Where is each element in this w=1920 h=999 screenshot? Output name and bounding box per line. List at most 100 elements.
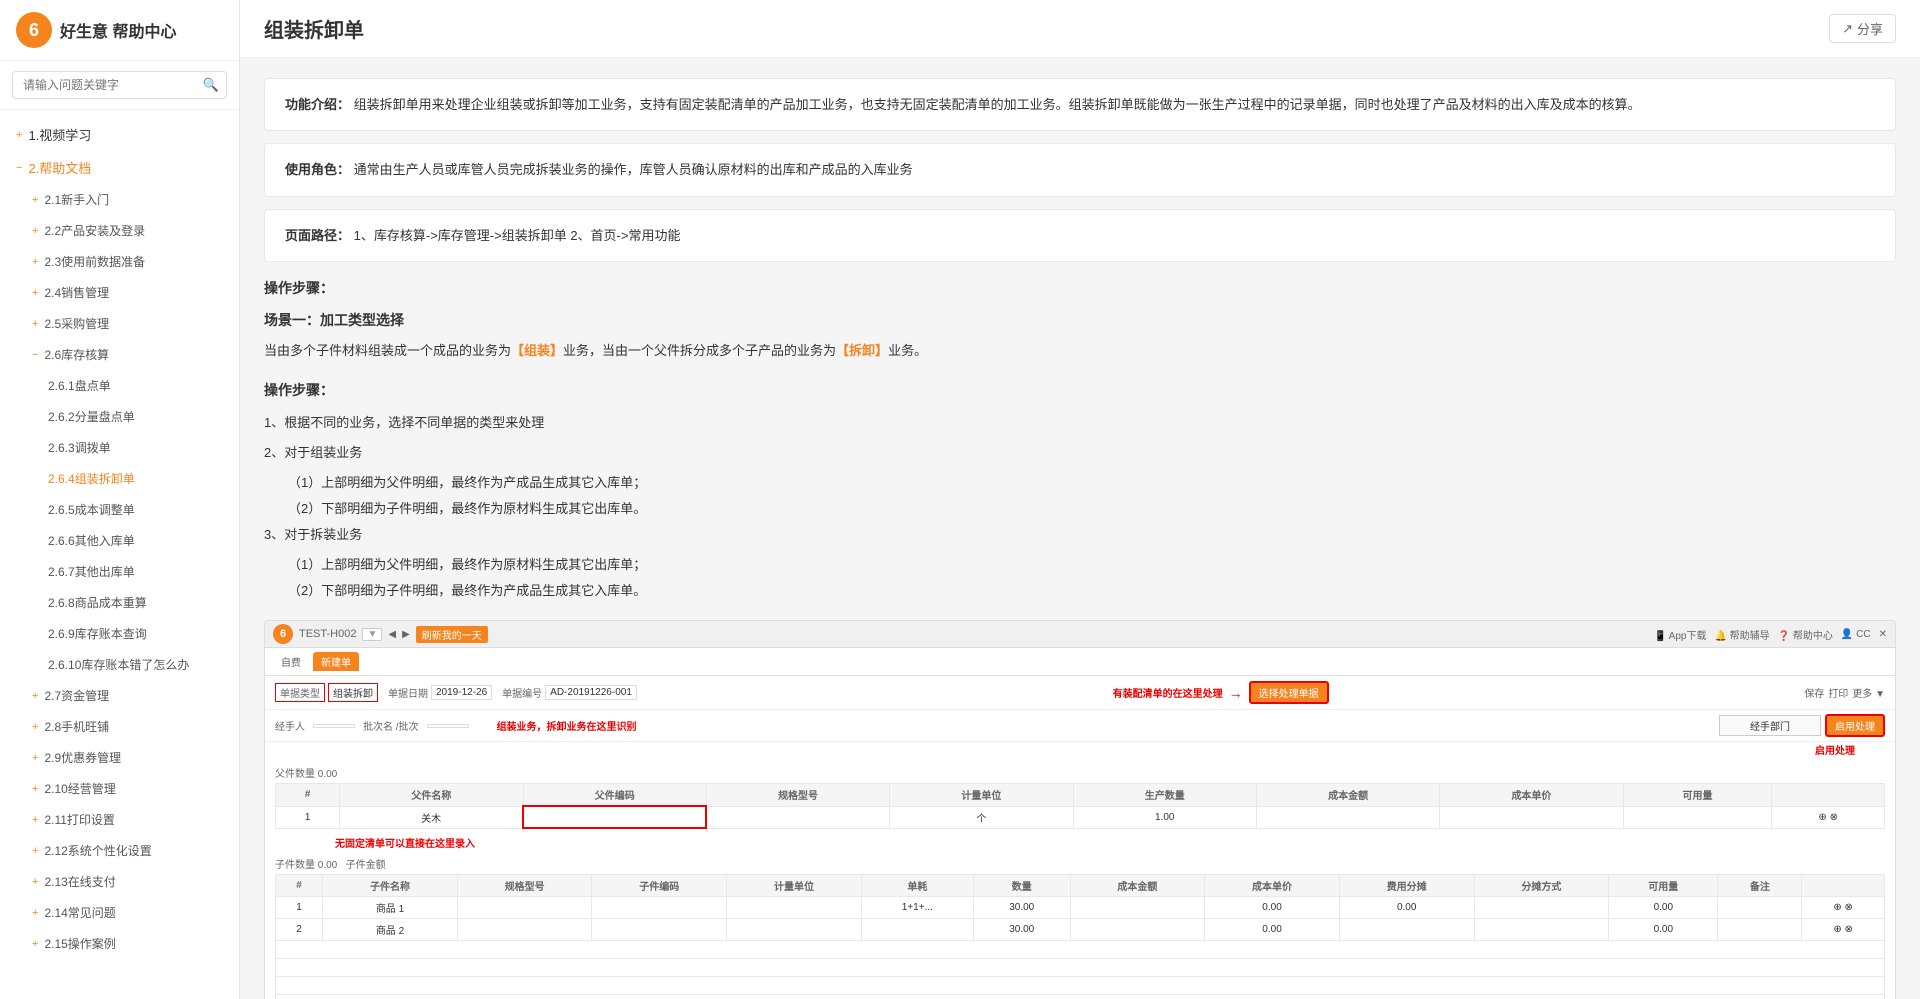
sidebar-item-coupon[interactable]: + 2.9优惠券管理	[0, 742, 239, 773]
mock-upper-label: 父件数量 0.00	[275, 765, 337, 780]
mock-nav-right: ▶	[402, 629, 410, 640]
sidebar-item-label: 2.8手机旺铺	[44, 718, 109, 735]
mock-enable-area: 经手部门 启用处理	[1719, 714, 1885, 737]
mock-table-cell	[727, 897, 862, 919]
expand-icon: +	[32, 287, 38, 299]
mock-refresh-btn[interactable]: 刷新我的一天	[416, 626, 488, 643]
mock-table-header: 备注	[1718, 875, 1802, 897]
mock-table-cell: ⊕ ⊗	[1802, 897, 1885, 919]
intro-label: 功能介绍：	[285, 97, 350, 112]
sidebar-item-print[interactable]: + 2.11打印设置	[0, 804, 239, 835]
sidebar-item-purchase[interactable]: + 2.5采购管理	[0, 308, 239, 339]
mock-enable-btn[interactable]: 启用处理	[1825, 714, 1885, 737]
mock-print[interactable]: 打印	[1828, 685, 1848, 700]
sidebar-item-faq[interactable]: + 2.14常见问题	[0, 897, 239, 928]
sidebar-item-s262[interactable]: 2.6.2分量盘点单	[0, 401, 239, 432]
sidebar-item-mgmt[interactable]: + 2.10经营管理	[0, 773, 239, 804]
sidebar-item-s263[interactable]: 2.6.3调拨单	[0, 432, 239, 463]
sidebar-item-mobile[interactable]: + 2.8手机旺铺	[0, 711, 239, 742]
sidebar-item-s267[interactable]: 2.6.7其他出库单	[0, 556, 239, 587]
share-button[interactable]: ↗ 分享	[1829, 14, 1896, 43]
sidebar-header: 6 好生意 帮助中心	[0, 0, 239, 61]
intro-text: 组装拆卸单用来处理企业组装或拆卸等加工业务，支持有固定装配清单的产品加工业务，也…	[354, 97, 1641, 112]
mock-window-controls: 6 TEST-H002 ▼ ◀ ▶ 刷新我的一天	[273, 624, 488, 644]
sidebar-item-label: 2.6库存核算	[44, 346, 109, 363]
step2-sub1: （1）上部明细为父件明细，最终作为产成品生成其它入库单；	[264, 470, 1896, 496]
sidebar-item-pay[interactable]: + 2.13在线支付	[0, 866, 239, 897]
mock-lower-label: 子件数量 0.00 子件金额	[275, 856, 386, 871]
mock-table-cell	[457, 919, 592, 941]
sidebar-item-sales[interactable]: + 2.4销售管理	[0, 277, 239, 308]
mock-table-cell	[592, 897, 727, 919]
sidebar-item-label: 2.6.1盘点单	[48, 377, 111, 394]
sidebar-item-cases[interactable]: + 2.15操作案例	[0, 928, 239, 959]
mock-date-value: 2019-12-26	[431, 685, 492, 700]
mock-order-label: 单据编号	[502, 685, 542, 700]
sidebar-item-s266[interactable]: 2.6.6其他入库单	[0, 525, 239, 556]
mock-lower-controls: 子件数量 0.00 子件金额	[275, 856, 1885, 871]
table-row	[276, 977, 1885, 995]
mock-save[interactable]: 保存	[1804, 685, 1824, 700]
mock-table-header	[1802, 875, 1885, 897]
table-row: 2 商品 2 30.00 0.00	[276, 919, 1885, 941]
sidebar-item-data[interactable]: + 2.3使用前数据准备	[0, 246, 239, 277]
expand-icon: +	[32, 752, 38, 764]
mock-label-num: 批次名 /批次	[363, 718, 419, 733]
sidebar-item-install[interactable]: + 2.2产品安装及登录	[0, 215, 239, 246]
table-row	[276, 941, 1885, 959]
search-input[interactable]	[12, 71, 227, 99]
expand-icon: −	[16, 162, 22, 174]
sidebar-item-docs[interactable]: − 2.帮助文档	[0, 151, 239, 184]
mock-right-actions: 保存 打印 更多 ▼	[1804, 685, 1885, 700]
mock-process-btn[interactable]: 选择处理单据	[1249, 681, 1329, 704]
mock-other-actions[interactable]: 更多 ▼	[1852, 685, 1885, 700]
sidebar-item-stock[interactable]: − 2.6库存核算	[0, 339, 239, 370]
mock-table-cell: 商品 2	[323, 919, 458, 941]
mock-table-header: 计量单位	[727, 875, 862, 897]
step3: 3、对于拆装业务	[264, 522, 1896, 548]
mock-table-cell: 2	[276, 919, 323, 941]
sidebar-item-s264[interactable]: 2.6.4组装拆卸单	[0, 463, 239, 494]
mock-close-btn[interactable]: ✕	[1879, 629, 1887, 640]
nav-list: + 1.视频学习 − 2.帮助文档 + 2.1新手入门 + 2.2产品安装及登录…	[0, 110, 239, 999]
sidebar-item-label: 2.6.3调拨单	[48, 439, 111, 456]
mock-order-field: 单据编号 AD-20191226-001	[502, 685, 637, 700]
sidebar-item-s265[interactable]: 2.6.5成本调整单	[0, 494, 239, 525]
sidebar-item-label: 2.11打印设置	[44, 811, 114, 828]
sidebar-item-fund[interactable]: + 2.7资金管理	[0, 680, 239, 711]
expand-icon: +	[32, 938, 38, 950]
sidebar-item-s261[interactable]: 2.6.1盘点单	[0, 370, 239, 401]
mock-tab-self[interactable]: 自费	[273, 652, 309, 671]
mock-table-cell: 0.00	[1339, 897, 1474, 919]
mock-toolbar: 单据类型 组装拆卸 单据日期 2019-12-26 单据编号 AD-201912…	[265, 676, 1895, 710]
mock-upper-controls: 父件数量 0.00	[275, 765, 1885, 780]
mock-table-cell: 1.00	[1073, 806, 1256, 828]
share-icon: ↗	[1842, 21, 1853, 37]
path-block: 页面路径： 1、库存核算->库存管理->组装拆卸单 2、首页->常用功能	[264, 209, 1896, 262]
mock-table-cell: 0.00	[1205, 897, 1340, 919]
mock-table-header: #	[276, 875, 323, 897]
sidebar-item-label: 2.3使用前数据准备	[44, 253, 145, 270]
mock-tab-new[interactable]: 新建单	[313, 652, 359, 671]
sidebar-item-system[interactable]: + 2.12系统个性化设置	[0, 835, 239, 866]
sidebar-item-video[interactable]: + 1.视频学习	[0, 118, 239, 151]
mock-table-cell: 关木	[340, 806, 523, 828]
mock-window-actions: 📱 App下载 🔔 帮助辅导 ❓ 帮助中心 👤 CC ✕	[1654, 627, 1887, 642]
sidebar-item-s268[interactable]: 2.6.8商品成本重算	[0, 587, 239, 618]
sidebar-item-s269[interactable]: 2.6.9库存账本查询	[0, 618, 239, 649]
mock-apps: 📱 App下载	[1654, 627, 1706, 642]
scene1-label: 场景一：加工类型选择	[264, 310, 1896, 330]
expand-icon: +	[32, 907, 38, 919]
mock-table-cell	[1070, 919, 1205, 941]
sidebar-item-newbie[interactable]: + 2.1新手入门	[0, 184, 239, 215]
expand-icon: −	[32, 349, 38, 361]
mock-table-cell: 30.00	[973, 897, 1070, 919]
mock-table-header: 费用分摊	[1339, 875, 1474, 897]
sidebar-item-s2610[interactable]: 2.6.10库存账本错了怎么办	[0, 649, 239, 680]
mock-table-cell: 0.00	[1609, 919, 1718, 941]
mock-type-value: 组装拆卸	[328, 683, 378, 702]
mock-upper-section: 父件数量 0.00 # 父件名称 父件编码 规格型号 计量单位 生产数量 成	[265, 761, 1895, 833]
mock-warehouse-value	[313, 724, 355, 728]
sidebar-item-label: 2.6.5成本调整单	[48, 501, 135, 518]
content-area: 功能介绍： 组装拆卸单用来处理企业组装或拆卸等加工业务，支持有固定装配清单的产品…	[240, 58, 1920, 999]
